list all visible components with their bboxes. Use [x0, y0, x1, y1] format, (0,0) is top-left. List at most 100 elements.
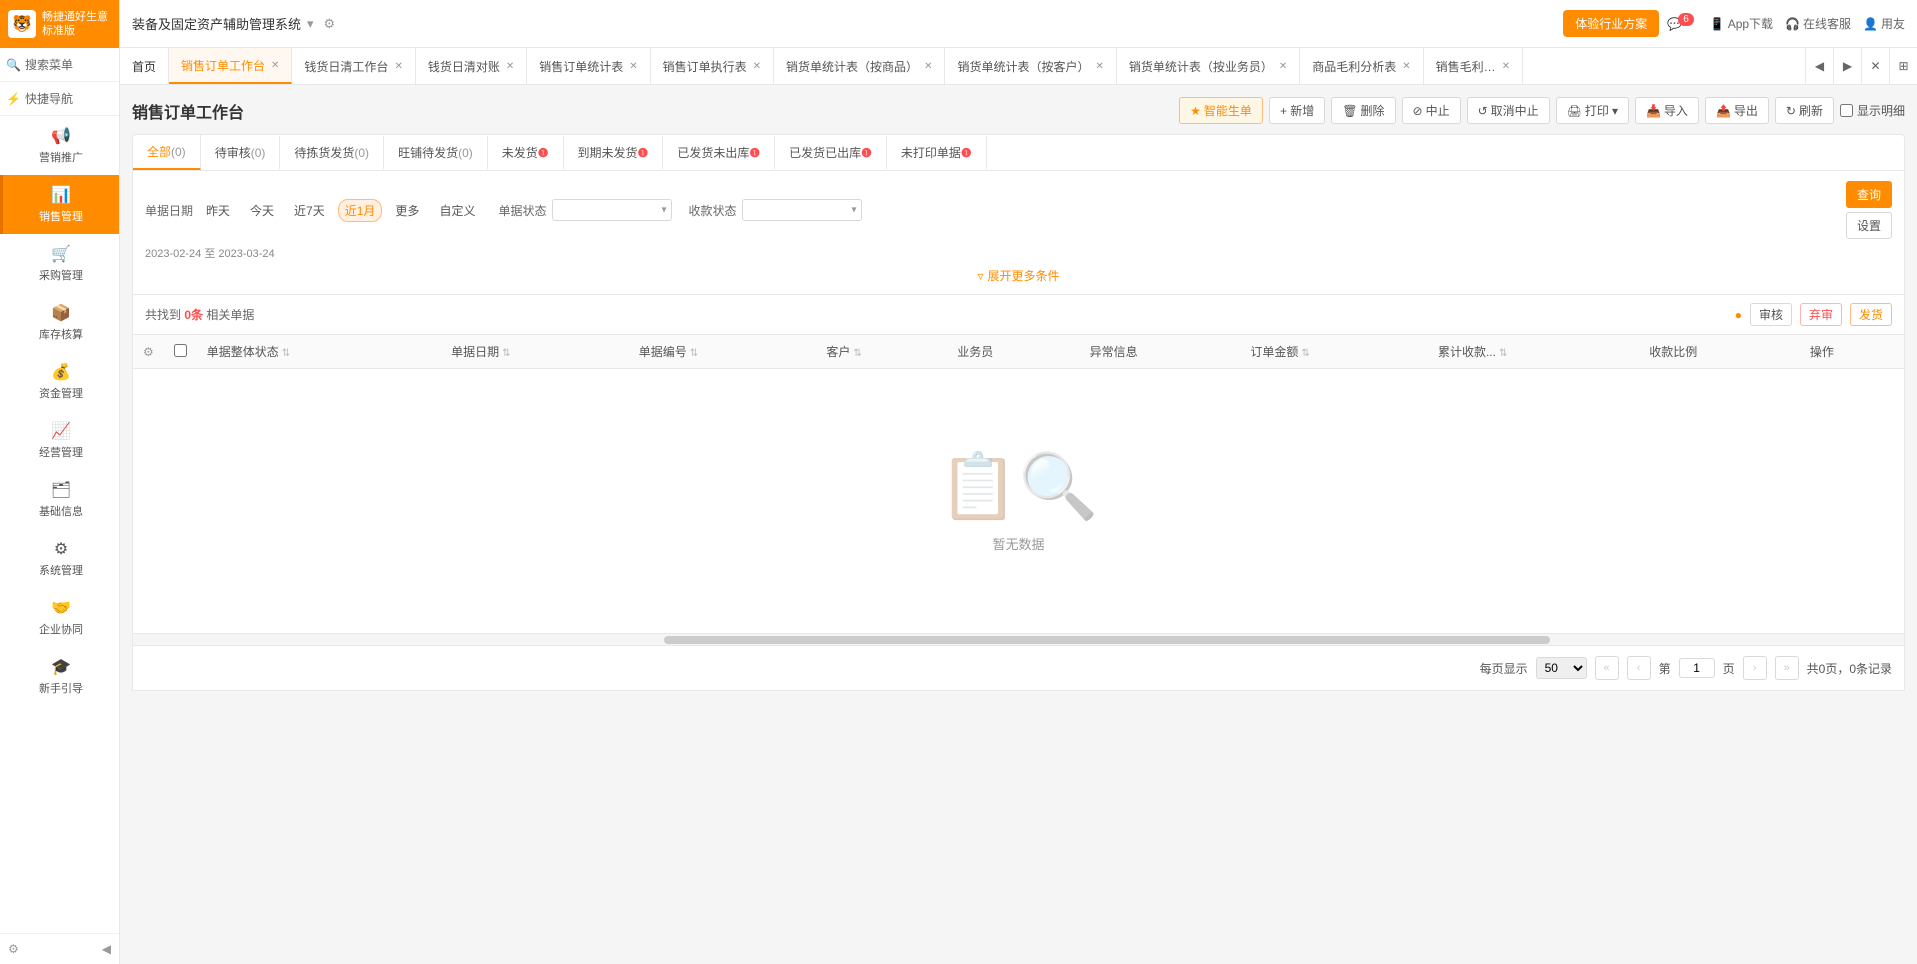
user-avatar[interactable]: 👤 用友 — [1863, 15, 1905, 32]
stop-btn[interactable]: ⊘ 中止 — [1402, 97, 1461, 124]
ai-generate-btn[interactable]: ★ 智能生单 — [1179, 97, 1263, 124]
tab-cash-daily[interactable]: 钱货日清工作台 ✕ — [292, 48, 415, 84]
col-amount[interactable]: 订单金额⇅ — [1240, 335, 1428, 369]
tab-cash-reconcile[interactable]: 钱货日清对账 ✕ — [416, 48, 527, 84]
date-btn-yesterday[interactable]: 昨天 — [199, 199, 237, 222]
tab-close-sales-order[interactable]: ✕ — [271, 60, 279, 71]
quick-nav[interactable]: ⚡ 快捷导航 — [0, 82, 119, 116]
cancel-stop-btn[interactable]: ↺ 取消中止 — [1467, 97, 1550, 124]
tab-expand-btn[interactable]: ⊞ — [1889, 48, 1917, 84]
tab-close-cash-reconcile[interactable]: ✕ — [506, 61, 514, 72]
filter-status-select[interactable] — [552, 199, 672, 221]
sidebar-item-newbie[interactable]: 🎓 新手引导 — [0, 647, 119, 706]
tab-sales-exec[interactable]: 销售订单执行表 ✕ — [651, 48, 774, 84]
headset-icon: 🎧 — [1785, 17, 1800, 31]
sidebar-item-basic[interactable]: 🗂 基础信息 — [0, 470, 119, 529]
sub-tab-not-printed[interactable]: 未打印单据❶ — [887, 136, 987, 169]
sidebar-item-purchase[interactable]: 🛒 采购管理 — [0, 234, 119, 293]
sub-tab-all[interactable]: 全部(0) — [133, 135, 201, 170]
settings-icon[interactable]: ⚙ — [8, 942, 19, 956]
query-btn[interactable]: 查询 — [1846, 181, 1892, 208]
tab-close-all-btn[interactable]: ✕ — [1861, 48, 1889, 84]
sidebar-item-enterprise[interactable]: 🤝 企业协同 — [0, 588, 119, 647]
show-details-label[interactable]: 显示明细 — [1840, 102, 1905, 119]
filter-date: 单据日期 昨天 今天 近7天 近1月 更多 自定义 — [145, 199, 482, 222]
sidebar-search[interactable]: 🔍 搜索菜单 — [0, 48, 119, 82]
sub-tab-wangpu[interactable]: 旺铺待发货(0) — [384, 136, 488, 169]
collapse-icon[interactable]: ◀ — [102, 942, 111, 956]
date-btn-custom[interactable]: 自定义 — [432, 199, 482, 222]
tab-sales-staff[interactable]: 销货单统计表（按业务员） ✕ — [1117, 48, 1300, 84]
tab-sales-order[interactable]: 销售订单工作台 ✕ — [169, 48, 292, 84]
filter-collection-select[interactable] — [742, 199, 862, 221]
col-date[interactable]: 单据日期⇅ — [441, 335, 629, 369]
tab-sales-product[interactable]: 销货单统计表（按商品） ✕ — [774, 48, 945, 84]
col-status[interactable]: 单据整体状态⇅ — [197, 335, 441, 369]
tab-gross-profit[interactable]: 商品毛利分析表 ✕ — [1300, 48, 1423, 84]
show-details-checkbox[interactable] — [1840, 104, 1853, 117]
tab-next-btn[interactable]: ▶ — [1833, 48, 1861, 84]
expand-conditions-btn[interactable]: ▿ 展开更多条件 — [145, 267, 1892, 284]
date-btn-more[interactable]: 更多 — [388, 199, 426, 222]
print-btn[interactable]: 🖨 打印 ▾ — [1556, 97, 1629, 124]
delete-btn[interactable]: 🗑 删除 — [1331, 97, 1395, 124]
date-btn-7days[interactable]: 近7天 — [287, 199, 332, 222]
sidebar-item-system[interactable]: ⚙ 系统管理 — [0, 529, 119, 588]
select-all-checkbox[interactable] — [174, 344, 187, 357]
tab-sales-more[interactable]: 销售毛利… ✕ — [1424, 48, 1523, 84]
industry-btn[interactable]: 体验行业方案 — [1563, 10, 1659, 37]
tab-home[interactable]: 首页 — [120, 48, 169, 84]
prev-page-btn[interactable]: ‹ — [1627, 656, 1651, 680]
tab-close-sales-stat[interactable]: ✕ — [629, 61, 637, 72]
tab-close-sales-product[interactable]: ✕ — [924, 61, 932, 72]
tab-sales-customer[interactable]: 销货单统计表（按客户） ✕ — [945, 48, 1116, 84]
col-exception[interactable]: 异常信息 — [1080, 335, 1241, 369]
sidebar-item-marketing[interactable]: 📢 营销推广 — [0, 116, 119, 175]
next-page-btn[interactable]: › — [1743, 656, 1767, 680]
tab-close-sales-more[interactable]: ✕ — [1502, 61, 1510, 72]
settings-gear-icon[interactable]: ⚙ — [324, 16, 336, 32]
online-service-link[interactable]: 🎧 在线客服 — [1785, 15, 1851, 32]
date-btn-today[interactable]: 今天 — [243, 199, 281, 222]
sub-tab-not-shipped[interactable]: 未发货❶ — [488, 136, 564, 169]
page-input[interactable] — [1679, 658, 1715, 678]
date-btn-1month[interactable]: 近1月 — [338, 199, 383, 222]
tab-close-cash-daily[interactable]: ✕ — [394, 61, 402, 72]
ship-quick-btn[interactable]: 发货 — [1850, 303, 1892, 326]
sub-tab-overdue[interactable]: 到期未发货❶ — [564, 136, 664, 169]
col-ratio[interactable]: 收款比例 — [1639, 335, 1800, 369]
page-size-select[interactable]: 10 20 50 100 — [1536, 657, 1587, 679]
col-collected[interactable]: 累计收款...⇅ — [1428, 335, 1639, 369]
sidebar-item-finance[interactable]: 💰 资金管理 — [0, 352, 119, 411]
col-number[interactable]: 单据编号⇅ — [629, 335, 817, 369]
first-page-btn[interactable]: « — [1595, 656, 1619, 680]
col-customer[interactable]: 客户⇅ — [816, 335, 947, 369]
settings-filter-btn[interactable]: 设置 — [1846, 212, 1892, 239]
sidebar-item-inventory[interactable]: 📦 库存核算 — [0, 293, 119, 352]
audit-quick-btn[interactable]: 审核 — [1750, 303, 1792, 326]
sidebar-item-sales[interactable]: 📊 销售管理 — [0, 175, 119, 234]
col-staff[interactable]: 业务员 — [947, 335, 1079, 369]
tab-prev-btn[interactable]: ◀ — [1805, 48, 1833, 84]
cancel-audit-quick-btn[interactable]: 弃审 — [1800, 303, 1842, 326]
sub-tab-pending-check[interactable]: 待拣货发货(0) — [280, 136, 384, 169]
col-settings[interactable]: ⚙ — [133, 335, 164, 369]
lightning-icon: ⚡ — [6, 92, 21, 106]
tab-close-sales-staff[interactable]: ✕ — [1279, 61, 1287, 72]
tab-close-sales-exec[interactable]: ✕ — [753, 61, 761, 72]
sub-tab-shipped-out[interactable]: 已发货已出库❶ — [775, 136, 887, 169]
refresh-btn[interactable]: ↻ 刷新 — [1775, 97, 1834, 124]
app-download-link[interactable]: 📱 App下载 — [1710, 15, 1773, 32]
horizontal-scrollbar[interactable] — [132, 634, 1905, 646]
tab-close-gross-profit[interactable]: ✕ — [1402, 61, 1410, 72]
import-btn[interactable]: 📥 导入 — [1635, 97, 1699, 124]
new-btn[interactable]: + 新增 — [1269, 97, 1325, 124]
last-page-btn[interactable]: » — [1775, 656, 1799, 680]
sub-tab-pending[interactable]: 待审核(0) — [201, 136, 281, 169]
sidebar-item-operations[interactable]: 📈 经营管理 — [0, 411, 119, 470]
tab-close-sales-customer[interactable]: ✕ — [1095, 61, 1103, 72]
sub-tab-shipped-not-out[interactable]: 已发货未出库❶ — [663, 136, 775, 169]
tab-sales-stat[interactable]: 销售订单统计表 ✕ — [527, 48, 650, 84]
message-icon[interactable]: 💬6 — [1667, 17, 1698, 31]
export-btn[interactable]: 📤 导出 — [1705, 97, 1769, 124]
